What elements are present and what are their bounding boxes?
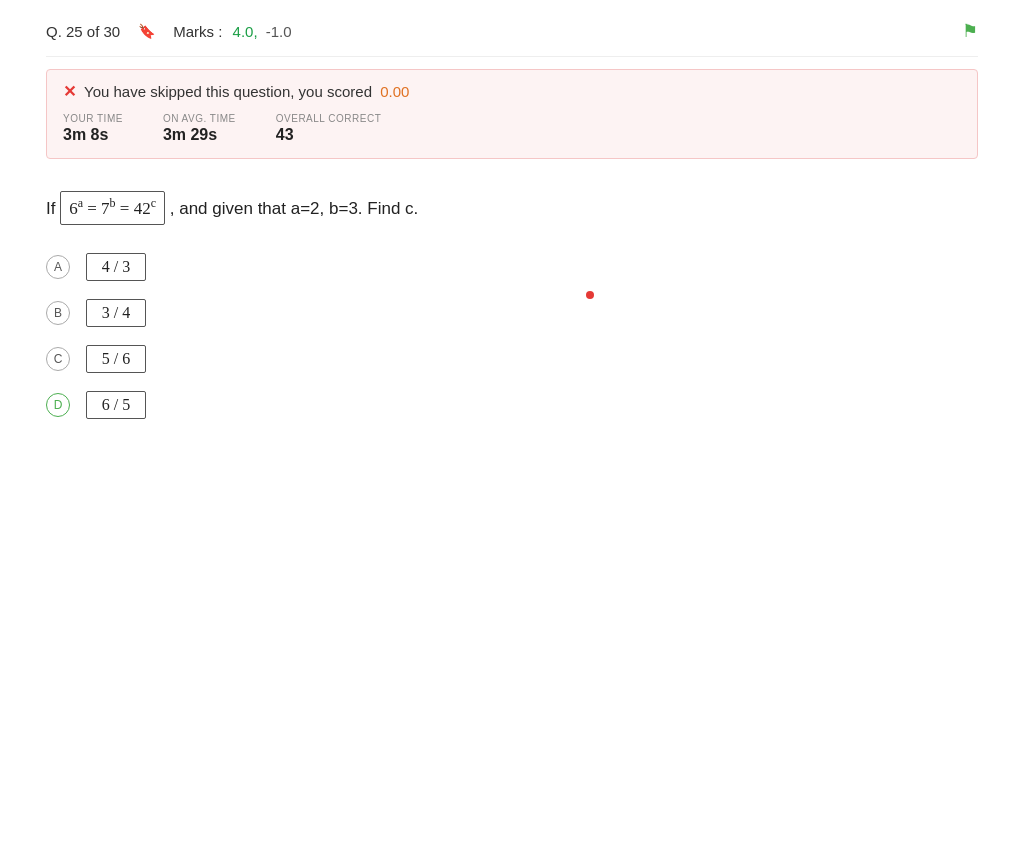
math-expression: 6a = 7b = 42c — [60, 191, 165, 225]
overall-correct-value: 43 — [276, 126, 381, 144]
option-label-c: C — [46, 347, 70, 371]
page-container: Q. 25 of 30 🔖 Marks : 4.0, -1.0 ⚑ ✕ You … — [22, 0, 1002, 439]
bookmark-icon[interactable]: 🔖 — [138, 23, 155, 39]
option-value-b: 3 / 4 — [86, 299, 146, 327]
option-value-c: 5 / 6 — [86, 345, 146, 373]
alert-box: ✕ You have skipped this question, you sc… — [46, 69, 978, 159]
avg-time-stat: ON AVG. TIME 3m 29s — [163, 113, 236, 144]
overall-correct-label: OVERALL CORRECT — [276, 113, 381, 124]
option-label-a: A — [46, 255, 70, 279]
overall-correct-stat: OVERALL CORRECT 43 — [276, 113, 381, 144]
options-list: A 4 / 3 B 3 / 4 C 5 / 6 D 6 / 5 — [46, 253, 978, 419]
stats-row: YOUR TIME 3m 8s ON AVG. TIME 3m 29s OVER… — [63, 113, 961, 144]
option-row-d[interactable]: D 6 / 5 — [46, 391, 978, 419]
flag-icon[interactable]: ⚑ — [962, 20, 978, 42]
question-text-suffix: , and given that a=2, b=3. Find c. — [170, 199, 419, 218]
alert-title: ✕ You have skipped this question, you sc… — [63, 82, 961, 101]
x-icon: ✕ — [63, 82, 76, 101]
marks-label: Marks : 4.0, -1.0 — [173, 23, 291, 40]
score-value: 0.00 — [380, 83, 409, 100]
option-row-a[interactable]: A 4 / 3 — [46, 253, 978, 281]
your-time-value: 3m 8s — [63, 126, 123, 144]
option-value-d: 6 / 5 — [86, 391, 146, 419]
marks-positive: 4.0, — [233, 23, 258, 40]
red-dot — [586, 291, 594, 299]
marks-negative: -1.0 — [266, 23, 292, 40]
option-row-c[interactable]: C 5 / 6 — [46, 345, 978, 373]
question-header: Q. 25 of 30 🔖 Marks : 4.0, -1.0 ⚑ — [46, 20, 978, 57]
question-meta: Q. 25 of 30 🔖 Marks : 4.0, -1.0 — [46, 23, 292, 40]
question-text-prefix: If — [46, 199, 60, 218]
avg-time-value: 3m 29s — [163, 126, 236, 144]
your-time-label: YOUR TIME — [63, 113, 123, 124]
option-label-b: B — [46, 301, 70, 325]
question-body: If 6a = 7b = 42c , and given that a=2, b… — [46, 191, 978, 225]
option-row-b[interactable]: B 3 / 4 — [46, 299, 978, 327]
option-label-d: D — [46, 393, 70, 417]
avg-time-label: ON AVG. TIME — [163, 113, 236, 124]
question-number: Q. 25 of 30 — [46, 23, 120, 40]
your-time-stat: YOUR TIME 3m 8s — [63, 113, 123, 144]
alert-message: You have skipped this question, you scor… — [84, 83, 409, 100]
option-value-a: 4 / 3 — [86, 253, 146, 281]
